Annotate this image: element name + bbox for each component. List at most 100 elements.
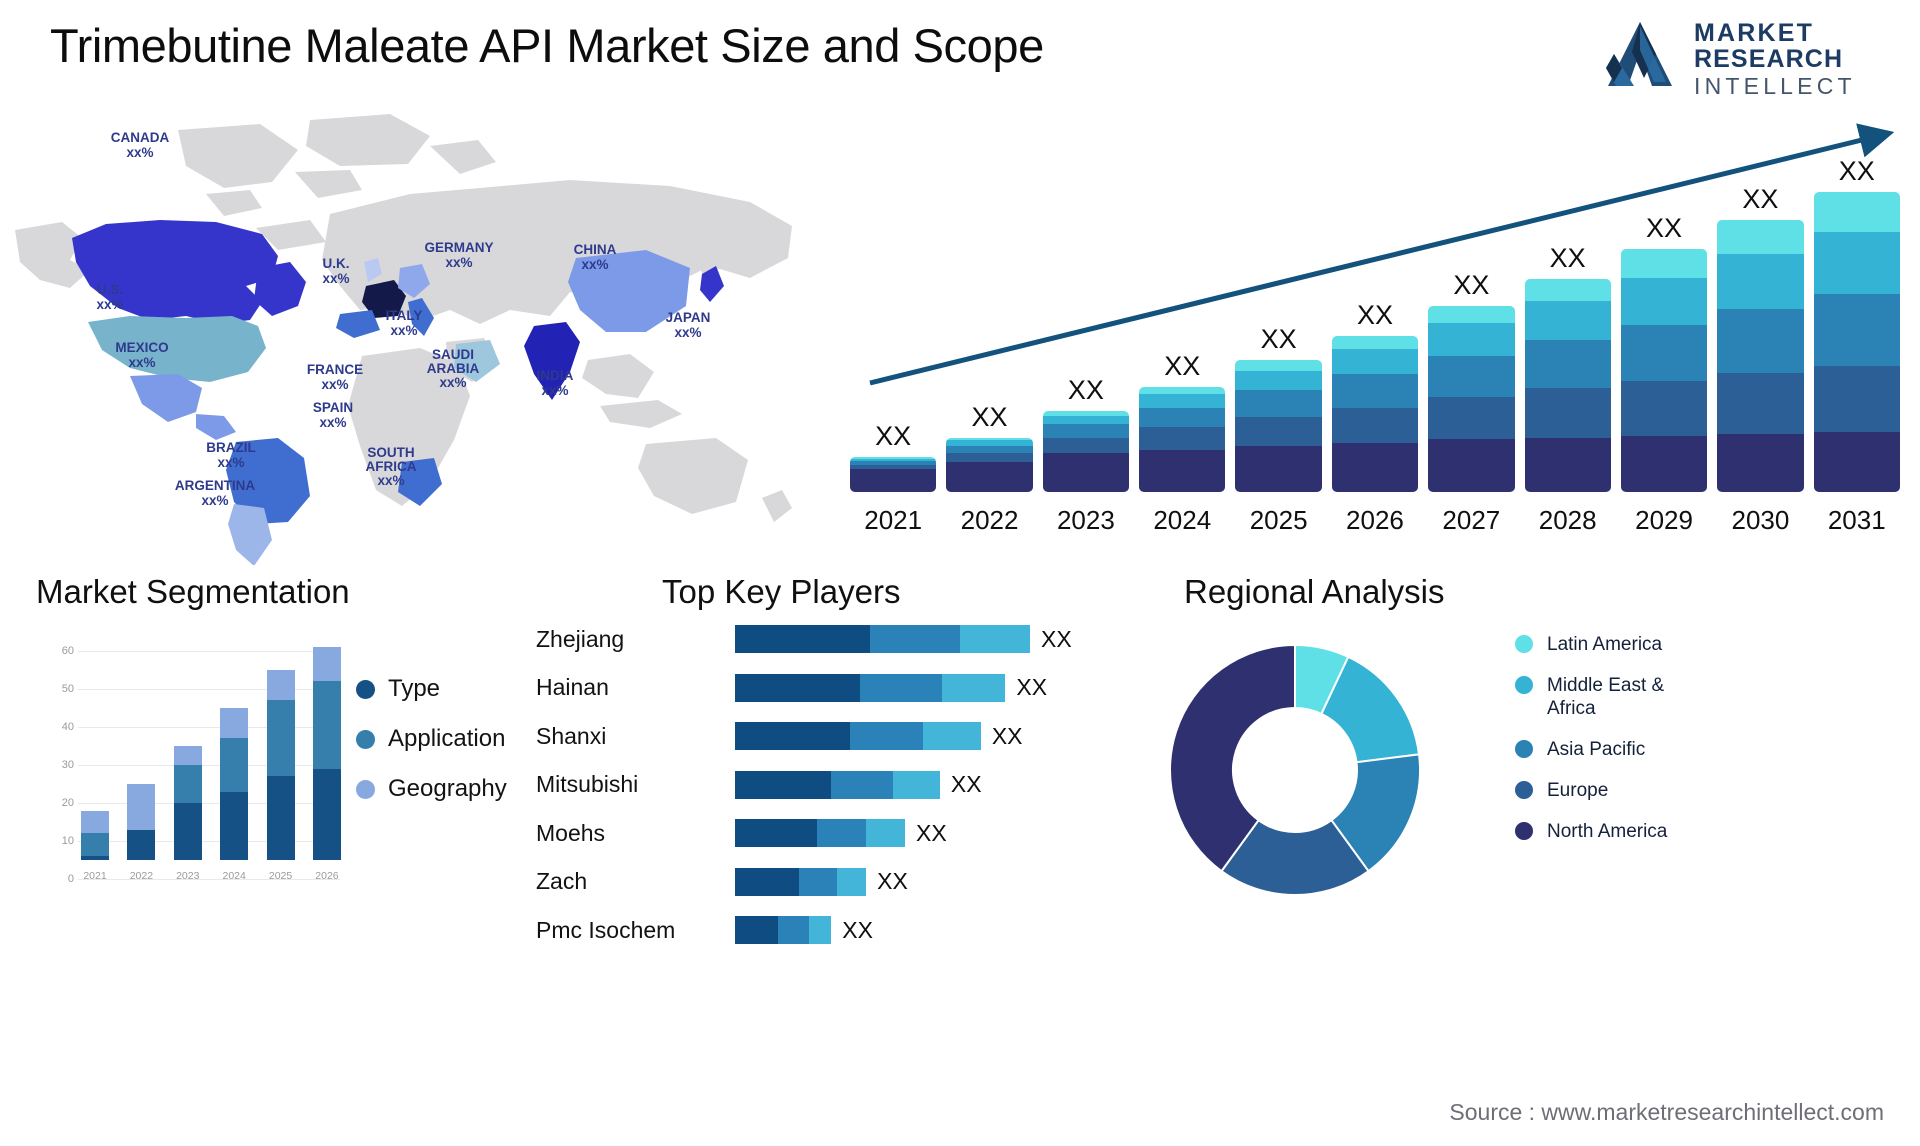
logo-line-intellect: INTELLECT (1694, 73, 1856, 99)
regional-legend-item-north-america[interactable]: North America (1515, 820, 1717, 843)
segmentation-bar-segment (173, 765, 202, 803)
regional-legend-item-europe[interactable]: Europe (1515, 779, 1717, 802)
segmentation-bar-segment (127, 829, 156, 860)
forecast-bar-segment (1331, 407, 1419, 443)
forecast-bar-segment (1813, 293, 1900, 366)
legend-color-dot (356, 779, 375, 799)
regional-legend-label: North America (1547, 821, 1668, 842)
forecast-bar-2023: XX (1042, 375, 1130, 492)
player-bar-segment (831, 770, 893, 799)
map-label-italy-value: xx% (390, 323, 418, 338)
forecast-bar-value: XX (1549, 242, 1586, 273)
segmentation-x-label: 2023 (176, 870, 200, 882)
segmentation-legend: Type Application Geography (356, 675, 507, 825)
map-label-uk-value: xx% (322, 271, 350, 286)
map-label-mexico: MEXICO xx% (100, 340, 184, 370)
segmentation-legend-item-type[interactable]: Type (356, 675, 507, 703)
forecast-bar (1428, 306, 1515, 492)
player-row: Mitsubishi XX (530, 761, 1170, 810)
segmentation-bar-segment (312, 647, 341, 682)
player-bar-segment (837, 867, 867, 896)
segmentation-x-axis: 2021 2022 2023 2024 2025 2026 (81, 870, 341, 882)
regional-legend-item-asia-pacific[interactable]: Asia Pacific (1515, 738, 1717, 761)
logo-wordmark: MARKET RESEARCH INTELLECT (1694, 20, 1884, 99)
forecast-bar-segment (1524, 340, 1611, 389)
player-row: Pmc Isochem XX (530, 906, 1170, 955)
forecast-year-label: 2025 (1249, 505, 1308, 535)
forecast-bar-segment (1331, 349, 1419, 375)
player-value: XX (1016, 674, 1048, 701)
map-label-canada: CANADA xx% (94, 130, 186, 160)
forecast-bar-segment (1813, 232, 1900, 294)
segmentation-y-tick: 0 (67, 873, 74, 885)
player-name: Shanxi (536, 722, 607, 749)
forecast-bar-value: XX (875, 420, 912, 451)
forecast-bar-2027: XX (1428, 270, 1515, 492)
forecast-bar-value: XX (1646, 213, 1683, 244)
player-row: Moehs XX (530, 809, 1170, 858)
map-label-china-name: CHINA (573, 242, 617, 257)
map-label-japan: JAPAN xx% (658, 310, 718, 340)
player-bar (735, 770, 940, 799)
forecast-bar-segment (1620, 435, 1708, 492)
player-name: Zhejiang (536, 625, 625, 652)
player-bar-segment (735, 770, 832, 799)
player-bar-segment (735, 673, 860, 702)
segmentation-legend-item-application[interactable]: Application (356, 725, 507, 753)
forecast-bar-segment (1620, 277, 1708, 326)
forecast-bar-segment (1331, 335, 1419, 350)
map-label-france-name: FRANCE (306, 362, 364, 377)
forecast-bar-segment (1139, 393, 1226, 408)
logo-mountain-icon (1606, 22, 1672, 86)
map-region-canada-east (254, 262, 306, 316)
forecast-bar-segment (1524, 388, 1611, 438)
forecast-bar-segment (1139, 407, 1226, 428)
forecast-bar-segment (1717, 372, 1804, 435)
forecast-bar-2026: XX (1331, 299, 1419, 492)
player-bar-segment (798, 867, 838, 896)
forecast-bar-segment (1428, 306, 1515, 323)
player-row: Zhejiang XX (530, 615, 1170, 664)
legend-color-dot (1515, 822, 1533, 840)
player-bar-segment (735, 625, 871, 654)
map-label-china: CHINA xx% (566, 242, 624, 272)
player-bar (735, 819, 906, 848)
forecast-bar-value: XX (1453, 270, 1490, 301)
segmentation-bar-segment (173, 803, 202, 860)
forecast-bar-2029: XX (1620, 213, 1708, 492)
segmentation-bar-segment (266, 670, 295, 701)
segmentation-bars (81, 632, 341, 860)
map-label-brazil-name: BRAZIL (206, 440, 256, 455)
forecast-bar-segment (1235, 370, 1322, 391)
forecast-bar-segment (1042, 453, 1130, 492)
segmentation-x-label: 2022 (129, 870, 154, 882)
segmentation-bar-segment (81, 810, 109, 834)
forecast-bar (1717, 220, 1804, 492)
forecast-bar-2025: XX (1235, 324, 1322, 492)
regional-legend-item-latin-america[interactable]: Latin America (1515, 633, 1717, 656)
forecast-year-label: 2029 (1635, 505, 1693, 535)
forecast-bar (1331, 335, 1419, 492)
player-bar (735, 722, 981, 751)
segmentation-legend-item-geography[interactable]: Geography (356, 775, 507, 803)
segmentation-chart: 0 10 20 30 40 50 60 2021 2022 2023 2024 2025 2026 (48, 623, 348, 888)
segmentation-y-tick: 20 (61, 797, 74, 809)
map-label-mexico-value: xx% (128, 355, 156, 370)
forecast-year-label: 2026 (1346, 505, 1404, 535)
regional-donut-chart (1169, 643, 1421, 896)
segmentation-x-label: 2021 (83, 870, 107, 882)
logo-line-market: MARKET (1694, 19, 1815, 47)
forecast-bar-value: XX (1356, 299, 1393, 330)
forecast-bar-segment (1331, 374, 1419, 408)
forecast-bar-segment (1428, 322, 1515, 357)
legend-color-dot (356, 679, 375, 699)
forecast-bar-value: XX (1260, 324, 1297, 355)
map-label-india-value: xx% (541, 383, 569, 398)
forecast-bar-segment (1620, 249, 1708, 278)
regional-legend-item-middle-east-africa[interactable]: Middle East & Africa (1515, 674, 1717, 720)
map-label-mexico-name: MEXICO (115, 340, 169, 355)
map-label-us-name: U.S. (96, 282, 124, 297)
map-label-germany-name: GERMANY (424, 240, 494, 255)
forecast-bar (1813, 192, 1900, 492)
key-players-rows: Zhejiang XX Hainan XX Shanxi XX Mitsubishi XX Mo… (530, 615, 1170, 955)
